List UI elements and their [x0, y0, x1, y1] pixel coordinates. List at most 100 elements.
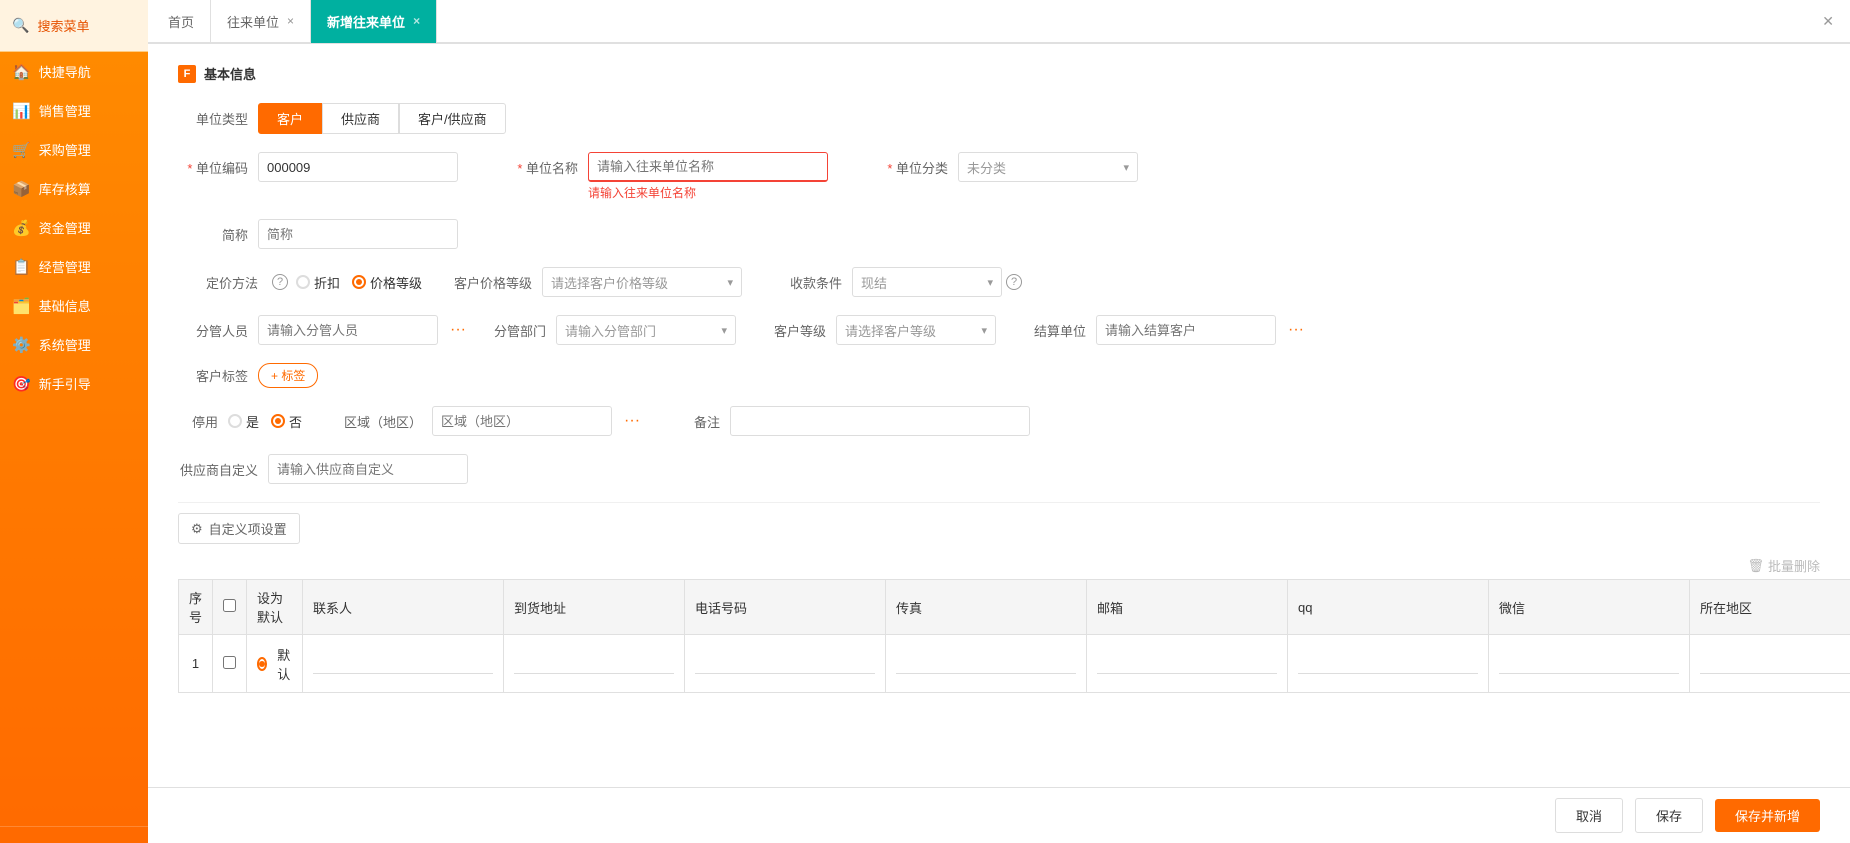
pricing-discount-option[interactable]: 折扣	[296, 273, 340, 292]
sidebar-item-system[interactable]: ⚙️系统管理	[0, 325, 148, 364]
chevron-down-icon: ▾	[1123, 161, 1129, 174]
contact-input[interactable]	[313, 654, 493, 674]
customer-level-select[interactable]: 请选择客户等级 ▾	[836, 315, 996, 345]
region-label: 区域（地区）	[342, 412, 422, 431]
sidebar-item-quick-nav[interactable]: 🏠快捷导航	[0, 52, 148, 91]
tab-close-icon[interactable]: ×	[287, 14, 294, 28]
region-more-icon[interactable]: ···	[624, 412, 640, 430]
batch-delete-icon-img: 🗑	[1747, 558, 1764, 574]
tab-bar: 首页往来单位×新增往来单位×✕	[148, 0, 1850, 44]
sidebar-item-purchase[interactable]: 🛒采购管理	[0, 130, 148, 169]
add-tag-button[interactable]: + 标签	[258, 363, 318, 388]
row-region-input[interactable]	[1700, 654, 1850, 674]
disable-no-option[interactable]: 否	[271, 412, 302, 431]
unit-type-btn-group: 客户 供应商 客户/供应商	[258, 103, 506, 134]
dept-placeholder: 请输入分管部门	[565, 321, 656, 340]
tab-new-partner[interactable]: 新增往来单位×	[311, 0, 437, 43]
form-container: F 基本信息 单位类型 客户 供应商 客户/供应商 单位编码	[148, 44, 1850, 713]
table-header-row: 序号设为默认联系人到货地址电话号码传真邮箱qq微信所在地区操作	[179, 580, 1850, 635]
short-name-input[interactable]	[258, 219, 458, 249]
sidebar-item-sales[interactable]: 📊销售管理	[0, 91, 148, 130]
remark-input[interactable]	[730, 406, 1030, 436]
sidebar-search[interactable]: 🔍 搜索菜单	[0, 10, 148, 41]
customer-price-level-select[interactable]: 请选择客户价格等级 ▾	[542, 267, 742, 297]
col-header-6: 传真	[886, 580, 1087, 635]
table-row: 1 默认	[179, 635, 1850, 693]
manager-row: 分管人员 ··· 分管部门 请输入分管部门 ▾ 客户等级 请选择客户等级 ▾ 结…	[178, 315, 1820, 345]
short-name-row: 简称	[178, 219, 1820, 249]
cancel-button[interactable]: 取消	[1555, 798, 1623, 833]
tab-close-icon[interactable]: ×	[413, 14, 420, 28]
type-btn-customer[interactable]: 客户	[258, 103, 322, 134]
sidebar-item-finance[interactable]: 💰 资金管理	[0, 208, 148, 247]
search-icon: 🔍	[12, 17, 29, 34]
close-all-button[interactable]: ✕	[1814, 13, 1842, 30]
type-btn-supplier[interactable]: 供应商	[322, 103, 399, 134]
pricing-level-option[interactable]: 价格等级	[352, 273, 422, 292]
disable-yes-label: 是	[246, 412, 259, 431]
custom-settings-label: 自定义项设置	[209, 519, 287, 538]
sidebar-bottom	[0, 826, 148, 843]
sidebar: 🔍 搜索菜单 🏠快捷导航📊销售管理🛒采购管理📦库存核算 💰 资金管理 📋经营管理🗂️基…	[0, 0, 148, 843]
wechat-input[interactable]	[1499, 654, 1679, 674]
payment-terms-select[interactable]: 现结 ▾	[852, 267, 1002, 297]
settlement-input[interactable]	[1096, 315, 1276, 345]
select-all-checkbox[interactable]	[223, 599, 236, 612]
customer-level-placeholder: 请选择客户等级	[845, 321, 936, 340]
col-header-4: 到货地址	[504, 580, 685, 635]
chevron-down-icon4: ▾	[721, 324, 727, 337]
manager-label: 分管人员	[178, 321, 248, 340]
disable-yes-option[interactable]: 是	[228, 412, 259, 431]
sidebar-item-guide[interactable]: 🎯新手引导	[0, 364, 148, 403]
finance-icon: 💰	[12, 219, 31, 237]
tab-home[interactable]: 首页	[156, 0, 211, 43]
sidebar-nav: 🏠快捷导航📊销售管理🛒采购管理📦库存核算 💰 资金管理 📋经营管理🗂️基础信息⚙️系统…	[0, 52, 148, 826]
type-btn-both[interactable]: 客户/供应商	[399, 103, 506, 134]
col-header-9: 微信	[1489, 580, 1690, 635]
tab-partners[interactable]: 往来单位 ×	[211, 0, 311, 43]
batch-delete-button[interactable]: 🗑 批量删除	[1747, 556, 1820, 575]
unit-category-select[interactable]: 未分类 ▾	[958, 152, 1138, 182]
fax-input[interactable]	[896, 654, 1076, 674]
region-input[interactable]	[432, 406, 612, 436]
supplier-custom-label: 供应商自定义	[178, 460, 258, 479]
manager-input[interactable]	[258, 315, 438, 345]
pricing-help-icon[interactable]: ?	[272, 274, 288, 290]
settlement-more-icon[interactable]: ···	[1288, 321, 1304, 339]
disable-label: 停用	[178, 412, 218, 431]
tab-label: 往来单位	[227, 12, 279, 31]
row-default-cell: 默认	[247, 635, 303, 693]
content-area: F 基本信息 单位类型 客户 供应商 客户/供应商 单位编码	[148, 44, 1850, 787]
address-input[interactable]	[514, 654, 674, 674]
manager-more-icon[interactable]: ···	[450, 321, 466, 339]
row-wechat	[1489, 635, 1690, 693]
purchase-icon: 🛒	[12, 141, 31, 159]
section-title-text: 基本信息	[204, 64, 256, 83]
short-name-label: 简称	[178, 225, 248, 244]
sidebar-item-operations[interactable]: 📋经营管理	[0, 247, 148, 286]
pricing-row: 定价方法 ? 折扣 价格等级 客户价格等级 请选择客户价格等级 ▾	[178, 267, 1820, 297]
row-address	[504, 635, 685, 693]
dept-label: 分管部门	[486, 321, 546, 340]
unit-code-input[interactable]	[258, 152, 458, 182]
sidebar-item-label: 资金管理	[39, 218, 91, 237]
payment-help-icon[interactable]: ?	[1006, 274, 1022, 290]
pricing-discount-radio	[296, 275, 310, 289]
sidebar-item-base[interactable]: 🗂️基础信息	[0, 286, 148, 325]
table-actions: 🗑 批量删除	[178, 556, 1820, 575]
unit-name-input[interactable]	[588, 152, 828, 182]
dept-select[interactable]: 请输入分管部门 ▾	[556, 315, 736, 345]
col-header-1	[213, 580, 247, 635]
save-button[interactable]: 保存	[1635, 798, 1703, 833]
email-input[interactable]	[1097, 654, 1277, 674]
qq-input[interactable]	[1298, 654, 1478, 674]
row-checkbox[interactable]	[223, 656, 236, 669]
disable-no-radio	[271, 414, 285, 428]
phone-input[interactable]	[695, 654, 875, 674]
chevron-down-icon5: ▾	[981, 324, 987, 337]
custom-settings-button[interactable]: ⚙ 自定义项设置	[178, 513, 300, 544]
row-default-option[interactable]: 默认	[257, 645, 292, 683]
supplier-custom-input[interactable]	[268, 454, 468, 484]
sidebar-item-inventory[interactable]: 📦库存核算	[0, 169, 148, 208]
save-and-new-button[interactable]: 保存并新增	[1715, 799, 1820, 832]
